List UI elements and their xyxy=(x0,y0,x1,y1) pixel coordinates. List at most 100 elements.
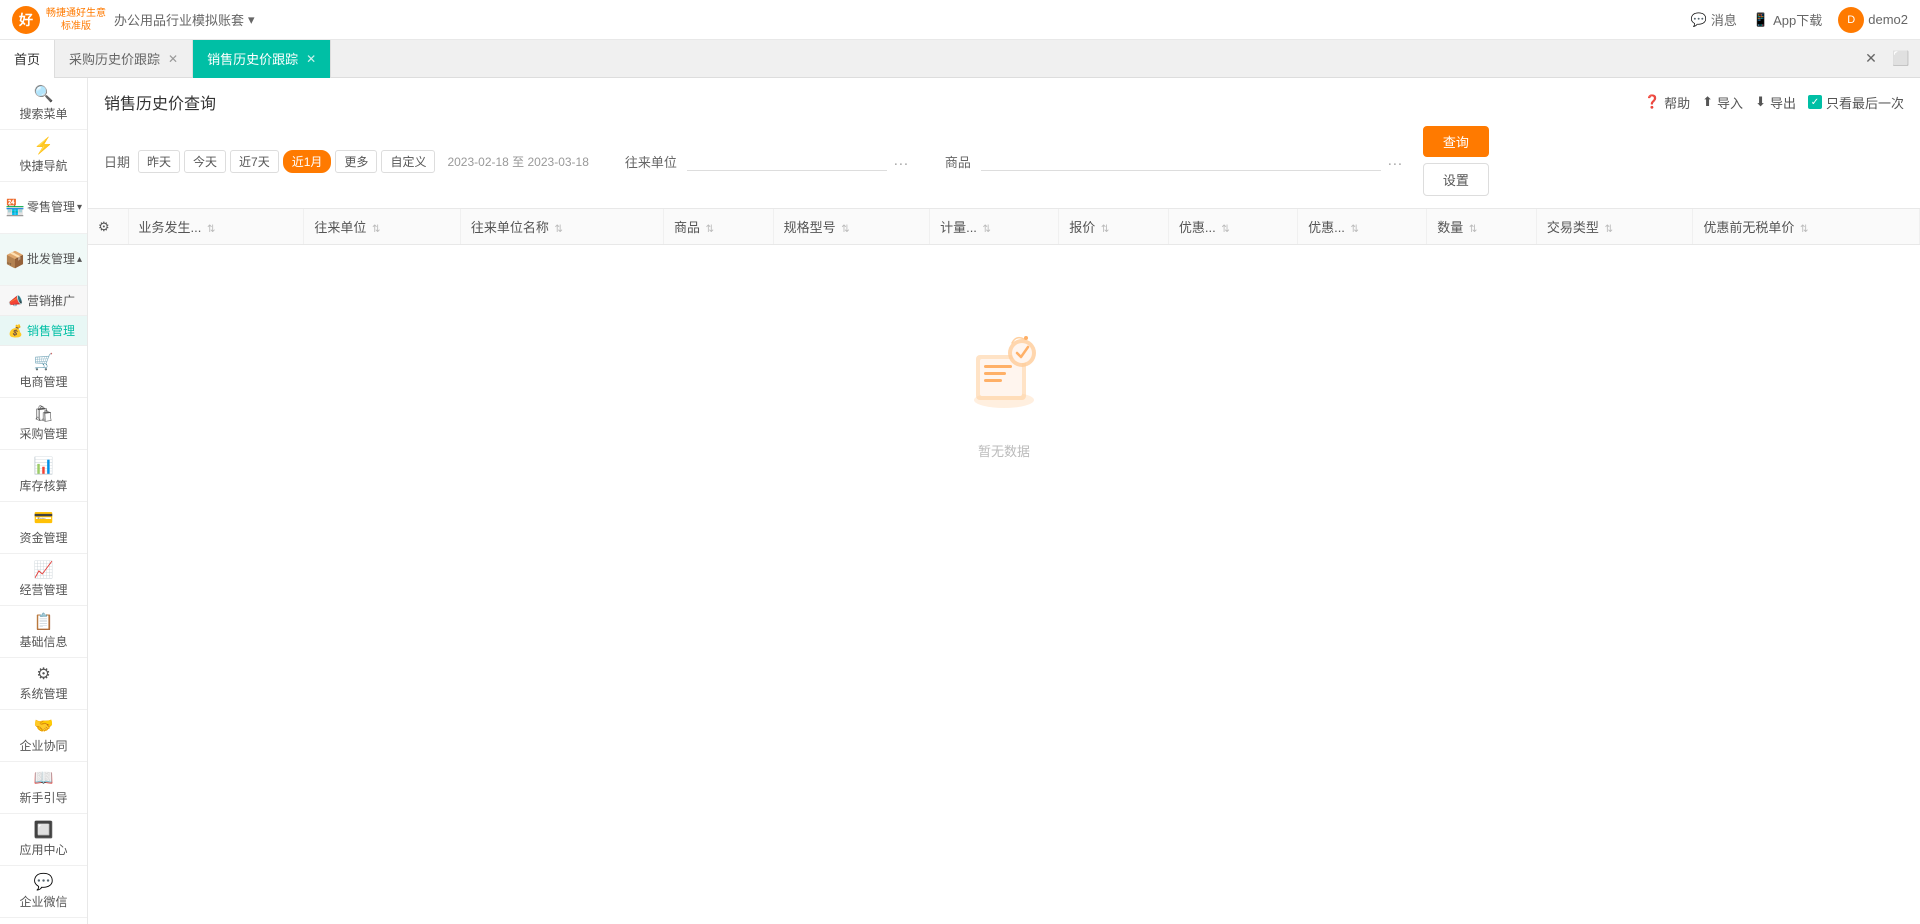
content-area: 销售历史价查询 ❓ 帮助 ⬆ 导入 ⬇ 导出 ✓ xyxy=(88,78,1920,924)
sidebar-marketing-label: 营销推广 xyxy=(27,292,75,309)
tab-home[interactable]: 首页 xyxy=(0,40,55,78)
close-tab-btn[interactable]: ✕ xyxy=(1860,48,1882,70)
th-quantity[interactable]: 数量 ⇅ xyxy=(1427,209,1537,245)
sidebar-item-finance[interactable]: 💳 资金管理 xyxy=(0,502,87,554)
help-label: 帮助 xyxy=(1664,93,1690,112)
th-gear[interactable]: ⚙ xyxy=(88,209,128,245)
th-trade-type[interactable]: 交易类型 ⇅ xyxy=(1536,209,1692,245)
sidebar-wechat-label: 企业微信 xyxy=(19,895,67,911)
sort-pretax-price-icon[interactable]: ⇅ xyxy=(1800,224,1808,235)
sort-biz-date-icon[interactable]: ⇅ xyxy=(207,224,215,235)
import-btn[interactable]: ⬆ 导入 xyxy=(1702,93,1743,112)
help-btn[interactable]: ❓ 帮助 xyxy=(1644,93,1690,112)
date-btn-more[interactable]: 更多 xyxy=(335,150,377,173)
partner-input[interactable] xyxy=(687,151,887,171)
th-unit-label: 计量... xyxy=(940,220,977,235)
sidebar-item-inventory[interactable]: 📊 库存核算 xyxy=(0,450,87,502)
query-btn[interactable]: 查询 xyxy=(1423,126,1489,157)
th-spec[interactable]: 规格型号 ⇅ xyxy=(773,209,929,245)
date-btn-today[interactable]: 今天 xyxy=(184,150,226,173)
date-range-text: 2023-02-18 至 2023-03-18 xyxy=(447,153,588,170)
sidebar-item-apps[interactable]: 🔲 应用中心 xyxy=(0,814,87,866)
sidebar-item-purchase[interactable]: 🛍 采购管理 xyxy=(0,398,87,450)
export-btn[interactable]: ⬇ 导出 xyxy=(1755,93,1796,112)
sort-trade-type-icon[interactable]: ⇅ xyxy=(1605,224,1613,235)
sidebar-item-wechat[interactable]: 💬 企业微信 xyxy=(0,866,87,918)
sort-partner-name-icon[interactable]: ⇅ xyxy=(554,224,562,235)
sidebar-item-guide[interactable]: 📖 新手引导 xyxy=(0,762,87,814)
sidebar-system-label: 系统管理 xyxy=(19,687,67,703)
sort-unit-icon[interactable]: ⇅ xyxy=(983,224,991,235)
settings-btn[interactable]: 设置 xyxy=(1423,163,1489,196)
sidebar-item-ecommerce[interactable]: 🛒 电商管理 xyxy=(0,346,87,398)
th-discount2[interactable]: 优惠... ⇅ xyxy=(1298,209,1427,245)
product-dots-btn[interactable]: … xyxy=(1387,152,1403,170)
user-menu[interactable]: D demo2 xyxy=(1838,7,1908,33)
sidebar-item-operations[interactable]: 📈 经营管理 xyxy=(0,554,87,606)
empty-icon xyxy=(954,325,1054,425)
basic-info-icon: 📋 xyxy=(34,612,54,632)
message-label: 消息 xyxy=(1711,10,1737,29)
th-price[interactable]: 报价 ⇅ xyxy=(1059,209,1169,245)
page-actions: ❓ 帮助 ⬆ 导入 ⬇ 导出 ✓ 只看最后一次 xyxy=(1644,93,1904,112)
product-input[interactable] xyxy=(981,151,1381,171)
th-partner-name[interactable]: 往来单位名称 ⇅ xyxy=(460,209,663,245)
sort-discount2-icon[interactable]: ⇅ xyxy=(1351,224,1359,235)
sort-spec-icon[interactable]: ⇅ xyxy=(841,224,849,235)
th-discount1[interactable]: 优惠... ⇅ xyxy=(1168,209,1297,245)
th-spec-label: 规格型号 xyxy=(784,220,836,235)
date-btn-1month[interactable]: 近1月 xyxy=(283,150,332,173)
sidebar-shortcuts-label: 快捷导航 xyxy=(19,159,67,175)
sidebar-item-wholesale[interactable]: 📦 批发管理 ▴ xyxy=(0,234,87,286)
sidebar-item-enterprise[interactable]: 🤝 企业协同 xyxy=(0,710,87,762)
sidebar-item-system[interactable]: ⚙ 系统管理 xyxy=(0,658,87,710)
view-last-checkbox[interactable]: ✓ 只看最后一次 xyxy=(1808,93,1904,112)
date-btn-yesterday[interactable]: 昨天 xyxy=(138,150,180,173)
wholesale-arrow-icon: ▴ xyxy=(77,254,82,265)
table-header: ⚙ 业务发生... ⇅ 往来单位 ⇅ 往来单位名称 ⇅ xyxy=(88,209,1920,245)
sidebar-wholesale-label: 批发管理 xyxy=(27,252,75,268)
company-dropdown[interactable]: 办公用品行业模拟账套 ▾ xyxy=(114,10,255,29)
sort-partner-code-icon[interactable]: ⇅ xyxy=(372,224,380,235)
th-partner-code[interactable]: 往来单位 ⇅ xyxy=(304,209,460,245)
partner-dots-btn[interactable]: … xyxy=(893,152,909,170)
import-icon: ⬆ xyxy=(1702,94,1713,110)
shortcuts-icon: ⚡ xyxy=(34,136,54,156)
table-container: ⚙ 业务发生... ⇅ 往来单位 ⇅ 往来单位名称 ⇅ xyxy=(88,209,1920,924)
sort-price-icon[interactable]: ⇅ xyxy=(1101,224,1109,235)
sidebar-inventory-label: 库存核算 xyxy=(19,479,67,495)
app-download-btn[interactable]: 📱 App下载 xyxy=(1753,10,1822,29)
date-btn-custom[interactable]: 自定义 xyxy=(381,150,435,173)
sidebar-marketing[interactable]: 📣 营销推广 xyxy=(0,286,87,316)
close-purchase-tab-icon[interactable]: ✕ xyxy=(168,52,178,66)
help-icon: ❓ xyxy=(1644,94,1660,110)
sidebar-item-shortcuts[interactable]: ⚡ 快捷导航 xyxy=(0,130,87,182)
maximize-btn[interactable]: ⬜ xyxy=(1890,48,1912,70)
sidebar-sales-mgmt[interactable]: 💰 销售管理 xyxy=(0,316,87,346)
tab-home-label: 首页 xyxy=(14,49,40,68)
table-header-row: ⚙ 业务发生... ⇅ 往来单位 ⇅ 往来单位名称 ⇅ xyxy=(88,209,1920,245)
sidebar-item-vip[interactable]: ⭐ 畅会员 xyxy=(0,918,87,924)
message-btn[interactable]: 💬 消息 xyxy=(1691,10,1737,29)
th-product[interactable]: 商品 ⇅ xyxy=(663,209,773,245)
close-sales-tab-icon[interactable]: ✕ xyxy=(306,52,316,66)
th-pretax-price[interactable]: 优惠前无税单价 ⇅ xyxy=(1693,209,1920,245)
import-label: 导入 xyxy=(1717,93,1743,112)
tab-purchase-history[interactable]: 采购历史价跟踪 ✕ xyxy=(55,40,193,78)
th-partner-name-label: 往来单位名称 xyxy=(471,220,549,235)
sort-discount1-icon[interactable]: ⇅ xyxy=(1221,224,1229,235)
sort-product-icon[interactable]: ⇅ xyxy=(706,224,714,235)
enterprise-icon: 🤝 xyxy=(34,716,54,736)
sort-quantity-icon[interactable]: ⇅ xyxy=(1469,224,1477,235)
export-label: 导出 xyxy=(1770,93,1796,112)
th-unit[interactable]: 计量... ⇅ xyxy=(930,209,1059,245)
tab-sales-history[interactable]: 销售历史价跟踪 ✕ xyxy=(193,40,331,78)
gear-icon[interactable]: ⚙ xyxy=(98,219,110,234)
sidebar-item-basic-info[interactable]: 📋 基础信息 xyxy=(0,606,87,658)
th-biz-date[interactable]: 业务发生... ⇅ xyxy=(128,209,304,245)
sidebar-item-retail[interactable]: 🏪 零售管理 ▾ xyxy=(0,182,87,234)
date-filter: 日期 昨天 今天 近7天 近1月 更多 自定义 xyxy=(104,150,435,173)
sidebar-item-search[interactable]: 🔍 搜索菜单 xyxy=(0,78,87,130)
th-discount1-label: 优惠... xyxy=(1179,220,1216,235)
date-btn-7days[interactable]: 近7天 xyxy=(230,150,279,173)
